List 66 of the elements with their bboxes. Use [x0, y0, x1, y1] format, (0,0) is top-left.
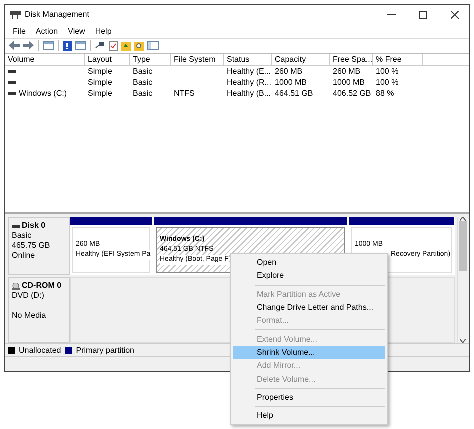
optical-drive-icon — [12, 282, 20, 290]
connect-icon[interactable] — [95, 41, 106, 50]
table-cell: Basic — [133, 78, 153, 87]
panel-icon[interactable] — [43, 41, 54, 50]
disk-info: 465.75 GB — [12, 241, 50, 250]
table-cell: Simple — [88, 66, 112, 76]
menu-item[interactable]: Change Drive Letter and Paths... — [233, 300, 385, 314]
disk-label-panel[interactable]: Disk 0 Basic 465.75 GB Online — [8, 217, 70, 276]
disk-info: No Media — [12, 311, 46, 320]
column-header[interactable]: Volume — [5, 54, 85, 65]
table-cell: 1000 MB — [333, 78, 366, 87]
column-header[interactable]: Capacity — [272, 54, 330, 65]
panel-icon[interactable] — [75, 41, 86, 50]
table-cell: 464.51 GB — [275, 88, 314, 98]
table-cell: Healthy (R... — [227, 78, 272, 87]
folder-search-icon[interactable] — [134, 40, 144, 51]
column-header[interactable]: % Free — [373, 54, 423, 65]
drive-icon — [12, 224, 20, 228]
minimize-icon[interactable] — [386, 14, 396, 16]
table-cell: Basic — [133, 66, 153, 76]
column-header[interactable]: Type — [130, 54, 171, 65]
table-cell: 100 % — [376, 78, 399, 87]
column-header[interactable]: Layout — [85, 54, 130, 65]
menu-item[interactable]: Help — [233, 408, 385, 422]
disk-name: Disk 0 — [22, 221, 46, 232]
maximize-icon[interactable] — [419, 10, 427, 19]
table-cell: Simple — [88, 88, 112, 98]
scroll-up-icon[interactable] — [460, 217, 466, 222]
scrollbar[interactable] — [457, 217, 467, 344]
menu-item[interactable]: Shrink Volume... — [233, 346, 385, 360]
checklist-icon[interactable] — [109, 40, 118, 51]
table-cell: 1000 MB — [275, 78, 308, 87]
table-cell: 88 % — [376, 88, 394, 98]
close-icon[interactable] — [451, 10, 459, 19]
table-cell: Simple — [88, 78, 112, 87]
table-cell: Windows (C:) — [19, 88, 68, 98]
table-cell: Healthy (B... — [227, 88, 272, 98]
menu-item[interactable]: View — [63, 26, 90, 36]
table-cell: 260 MB — [333, 66, 361, 76]
disk-management-icon — [10, 10, 21, 20]
folder-icon[interactable] — [121, 40, 131, 51]
table-cell: 100 % — [376, 66, 399, 76]
disk-info: Online — [12, 251, 36, 260]
menu-item[interactable]: Action — [30, 26, 64, 36]
column-header[interactable]: Free Spa... — [330, 54, 373, 65]
forward-arrow-icon[interactable] — [23, 41, 34, 50]
table-cell: NTFS — [174, 88, 195, 98]
disk-label-panel[interactable]: CD-ROM 0 DVD (D:) No Media — [8, 277, 70, 344]
menu-item[interactable]: Help — [90, 26, 117, 36]
menu-item[interactable]: File — [8, 26, 31, 36]
scroll-down-icon[interactable] — [460, 339, 466, 344]
window-title: Disk Management — [25, 10, 90, 20]
menu-item[interactable]: Properties — [233, 390, 385, 404]
legend-label: Primary partition — [76, 346, 134, 355]
window-icon[interactable] — [147, 41, 159, 50]
column-header[interactable]: Status — [224, 54, 272, 65]
disk-info: DVD (D:) — [12, 291, 44, 300]
column-header[interactable]: File System — [171, 54, 224, 65]
table-cell: Healthy (E... — [227, 66, 272, 76]
table-cell: 406.52 GB — [333, 88, 372, 98]
table-cell: 260 MB — [275, 66, 303, 76]
disk-name: CD-ROM 0 — [22, 281, 62, 292]
table-cell: Basic — [133, 88, 153, 98]
disk-info: Basic — [12, 231, 32, 240]
legend-label: Unallocated — [19, 346, 62, 355]
back-arrow-icon[interactable] — [9, 41, 20, 50]
